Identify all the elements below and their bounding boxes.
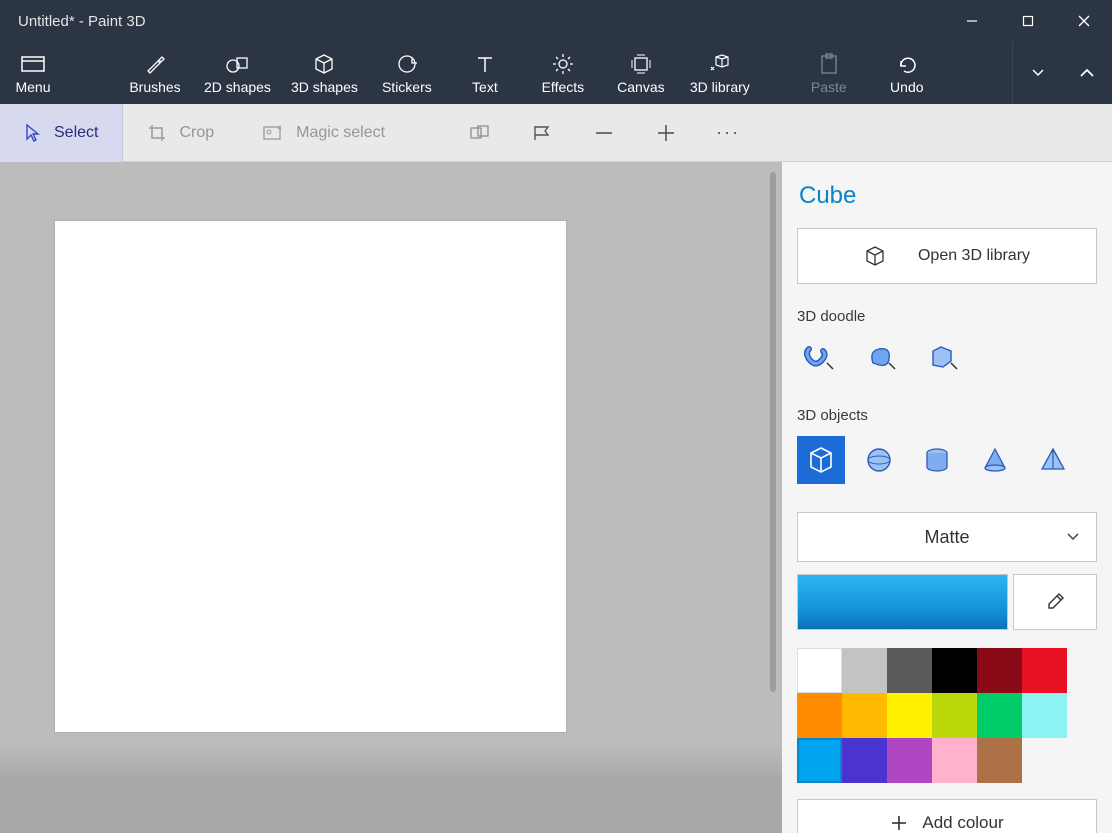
color-swatch[interactable] [932,648,977,693]
color-swatch[interactable] [797,648,842,693]
paste-icon [819,52,839,76]
color-swatch[interactable] [887,693,932,738]
current-color-preview[interactable] [797,574,1008,630]
magic-select-icon [262,124,284,142]
close-button[interactable] [1056,0,1112,42]
object-sphere[interactable] [855,436,903,484]
titlebar: Untitled* - Paint 3D [0,0,1112,42]
color-swatch[interactable] [977,693,1022,738]
library-cube-icon [864,245,886,267]
undo-icon [896,52,918,76]
eyedropper-button[interactable] [1013,574,1097,630]
horizontal-scrollbar[interactable] [0,815,782,833]
canvas-viewport[interactable] [0,162,782,833]
group-icon[interactable] [469,122,491,144]
crop-tool[interactable]: Crop [123,104,238,162]
flag-icon[interactable] [531,122,553,144]
more-icon[interactable]: ··· [717,122,739,144]
vertical-scrollbar[interactable] [764,162,782,833]
doodle-tube[interactable] [797,337,841,377]
object-cube[interactable] [797,436,845,484]
text-icon [475,52,495,76]
2d-shapes-icon [225,52,249,76]
zoom-in-icon[interactable] [655,122,677,144]
ribbon-brushes[interactable]: Brushes [116,42,194,104]
main-area: Cube Open 3D library 3D doodle 3D object… [0,162,1112,833]
color-swatch[interactable] [887,738,932,783]
panel-title: Cube [799,182,1097,210]
color-swatch[interactable] [977,738,1022,783]
side-panel: Cube Open 3D library 3D doodle 3D object… [782,162,1112,833]
color-swatch[interactable] [1022,693,1067,738]
color-swatch[interactable] [842,693,887,738]
color-swatch[interactable] [842,738,887,783]
color-swatch[interactable] [932,738,977,783]
plus-icon [890,814,908,832]
canvas-icon [630,52,652,76]
ribbon-3d-shapes[interactable]: 3D shapes [281,42,368,104]
magic-select-tool[interactable]: Magic select [238,104,409,162]
3d-shapes-icon [313,52,335,76]
sub-toolbar: Select Crop Magic select ··· [0,104,1112,162]
menu-label: Menu [15,79,50,95]
effects-icon [552,52,574,76]
color-swatch[interactable] [842,648,887,693]
material-dropdown[interactable]: Matte [797,512,1097,562]
stickers-icon [396,52,418,76]
ribbon: Menu Brushes 2D shapes 3D shapes Sticker… [0,42,1112,104]
color-swatch[interactable] [932,693,977,738]
chevron-down-icon [1066,532,1080,542]
doodle-sharp[interactable] [921,337,965,377]
cursor-icon [24,123,42,143]
crop-icon [147,123,167,143]
color-swatch[interactable] [977,648,1022,693]
canvas[interactable] [54,220,567,733]
minimize-button[interactable] [944,0,1000,42]
doodle-soft[interactable] [859,337,903,377]
select-tool[interactable]: Select [0,104,123,162]
object-cylinder[interactable] [913,436,961,484]
object-pyramid[interactable] [1029,436,1077,484]
window-title: Untitled* - Paint 3D [18,13,146,30]
object-cone[interactable] [971,436,1019,484]
open-3d-library-button[interactable]: Open 3D library [797,228,1097,284]
maximize-button[interactable] [1000,0,1056,42]
3d-library-icon [708,52,732,76]
menu-button[interactable]: Menu [0,42,66,104]
color-swatch[interactable] [1022,648,1067,693]
ribbon-stickers[interactable]: Stickers [368,42,446,104]
ribbon-text[interactable]: Text [446,42,524,104]
color-palette [797,648,1067,783]
ribbon-2d-shapes[interactable]: 2D shapes [194,42,281,104]
ribbon-collapse-button[interactable] [1062,42,1112,104]
ribbon-effects[interactable]: Effects [524,42,602,104]
objects-section-label: 3D objects [797,407,1097,424]
add-colour-button[interactable]: Add colour [797,799,1097,833]
zoom-out-icon[interactable] [593,122,615,144]
color-swatch[interactable] [797,738,842,783]
ribbon-3d-library[interactable]: 3D library [680,42,760,104]
color-swatch[interactable] [887,648,932,693]
ribbon-more-dropdown[interactable] [1012,42,1062,104]
menu-icon [20,52,46,76]
ribbon-undo[interactable]: Undo [868,42,946,104]
doodle-section-label: 3D doodle [797,308,1097,325]
ribbon-canvas[interactable]: Canvas [602,42,680,104]
ribbon-paste[interactable]: Paste [790,42,868,104]
color-swatch[interactable] [797,693,842,738]
brush-icon [144,52,166,76]
